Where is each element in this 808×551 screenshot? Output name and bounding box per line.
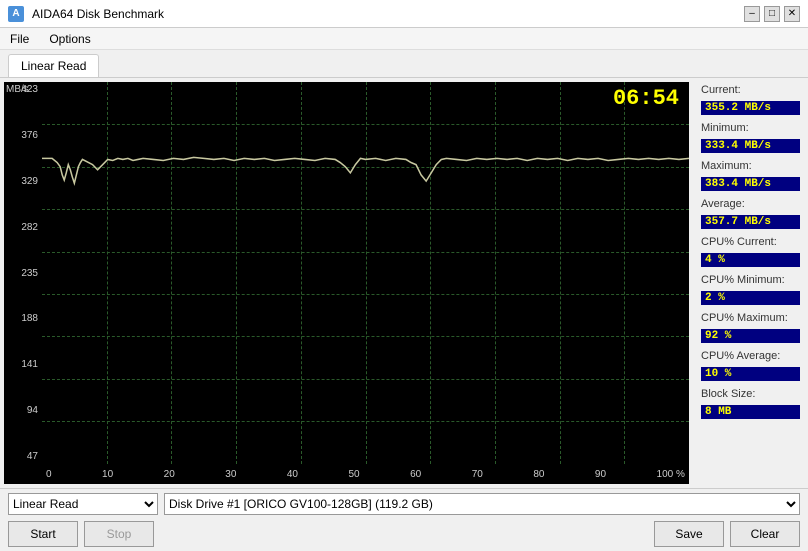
menu-bar: File Options: [0, 28, 808, 50]
x-label-30: 30: [225, 469, 236, 480]
cpu-current-value: 4 %: [701, 253, 800, 267]
x-label-10: 10: [102, 469, 113, 480]
average-value: 357.7 MB/s: [701, 215, 800, 229]
maximum-value: 383.4 MB/s: [701, 177, 800, 191]
bottom-row-buttons: Start Stop Save Clear: [8, 521, 800, 547]
x-label-80: 80: [533, 469, 544, 480]
clear-button[interactable]: Clear: [730, 521, 800, 547]
menu-file[interactable]: File: [4, 31, 35, 47]
bottom-bar: Linear Read Linear Write Random Read Ran…: [0, 488, 808, 551]
maximize-button[interactable]: □: [764, 6, 780, 22]
x-label-50: 50: [348, 469, 359, 480]
timer-display: 06:54: [613, 86, 679, 111]
block-size-value: 8 MB: [701, 405, 800, 419]
y-label-282: 282: [6, 222, 40, 233]
main-content: MB/s 423 376 329 282 235 188 141 94 47: [0, 78, 808, 488]
drive-select[interactable]: Disk Drive #1 [ORICO GV100-128GB] (119.2…: [164, 493, 800, 515]
window-controls[interactable]: – □ ✕: [744, 6, 800, 22]
x-label-0: 0: [46, 469, 52, 480]
minimum-value: 333.4 MB/s: [701, 139, 800, 153]
tab-bar: Linear Read: [0, 50, 808, 78]
stats-panel: Current: 355.2 MB/s Minimum: 333.4 MB/s …: [693, 78, 808, 488]
x-axis: 0 10 20 30 40 50 60 70 80 90 100 %: [42, 464, 689, 484]
y-label-235: 235: [6, 268, 40, 279]
chart-plot: [42, 82, 689, 464]
window-title: AIDA64 Disk Benchmark: [32, 7, 164, 21]
chart-area: MB/s 423 376 329 282 235 188 141 94 47: [4, 82, 689, 484]
y-label-329: 329: [6, 176, 40, 187]
y-label-376: 376: [6, 130, 40, 141]
cpu-average-label: CPU% Average:: [701, 350, 800, 362]
y-axis: 423 376 329 282 235 188 141 94 47: [4, 82, 42, 464]
cpu-average-value: 10 %: [701, 367, 800, 381]
minimize-button[interactable]: –: [744, 6, 760, 22]
cpu-current-label: CPU% Current:: [701, 236, 800, 248]
y-label-47: 47: [6, 451, 40, 462]
tab-linear-read[interactable]: Linear Read: [8, 54, 99, 77]
minimum-label: Minimum:: [701, 122, 800, 134]
save-button[interactable]: Save: [654, 521, 724, 547]
x-label-20: 20: [164, 469, 175, 480]
block-size-label: Block Size:: [701, 388, 800, 400]
y-label-94: 94: [6, 405, 40, 416]
stop-button[interactable]: Stop: [84, 521, 154, 547]
y-label-188: 188: [6, 313, 40, 324]
x-label-60: 60: [410, 469, 421, 480]
cpu-minimum-label: CPU% Minimum:: [701, 274, 800, 286]
x-label-100: 100 %: [657, 469, 685, 480]
read-speed-line: [42, 157, 689, 183]
chart-line-svg: [42, 82, 689, 464]
test-type-select[interactable]: Linear Read Linear Write Random Read Ran…: [8, 493, 158, 515]
current-value: 355.2 MB/s: [701, 101, 800, 115]
start-button[interactable]: Start: [8, 521, 78, 547]
cpu-maximum-value: 92 %: [701, 329, 800, 343]
cpu-maximum-label: CPU% Maximum:: [701, 312, 800, 324]
maximum-label: Maximum:: [701, 160, 800, 172]
current-label: Current:: [701, 84, 800, 96]
average-label: Average:: [701, 198, 800, 210]
x-label-70: 70: [472, 469, 483, 480]
app-icon: A: [8, 6, 24, 22]
menu-options[interactable]: Options: [43, 31, 96, 47]
x-label-90: 90: [595, 469, 606, 480]
close-button[interactable]: ✕: [784, 6, 800, 22]
bottom-row-controls: Linear Read Linear Write Random Read Ran…: [8, 493, 800, 515]
cpu-minimum-value: 2 %: [701, 291, 800, 305]
y-label-423: 423: [6, 84, 40, 95]
y-label-141: 141: [6, 359, 40, 370]
x-label-40: 40: [287, 469, 298, 480]
title-bar: A AIDA64 Disk Benchmark – □ ✕: [0, 0, 808, 28]
